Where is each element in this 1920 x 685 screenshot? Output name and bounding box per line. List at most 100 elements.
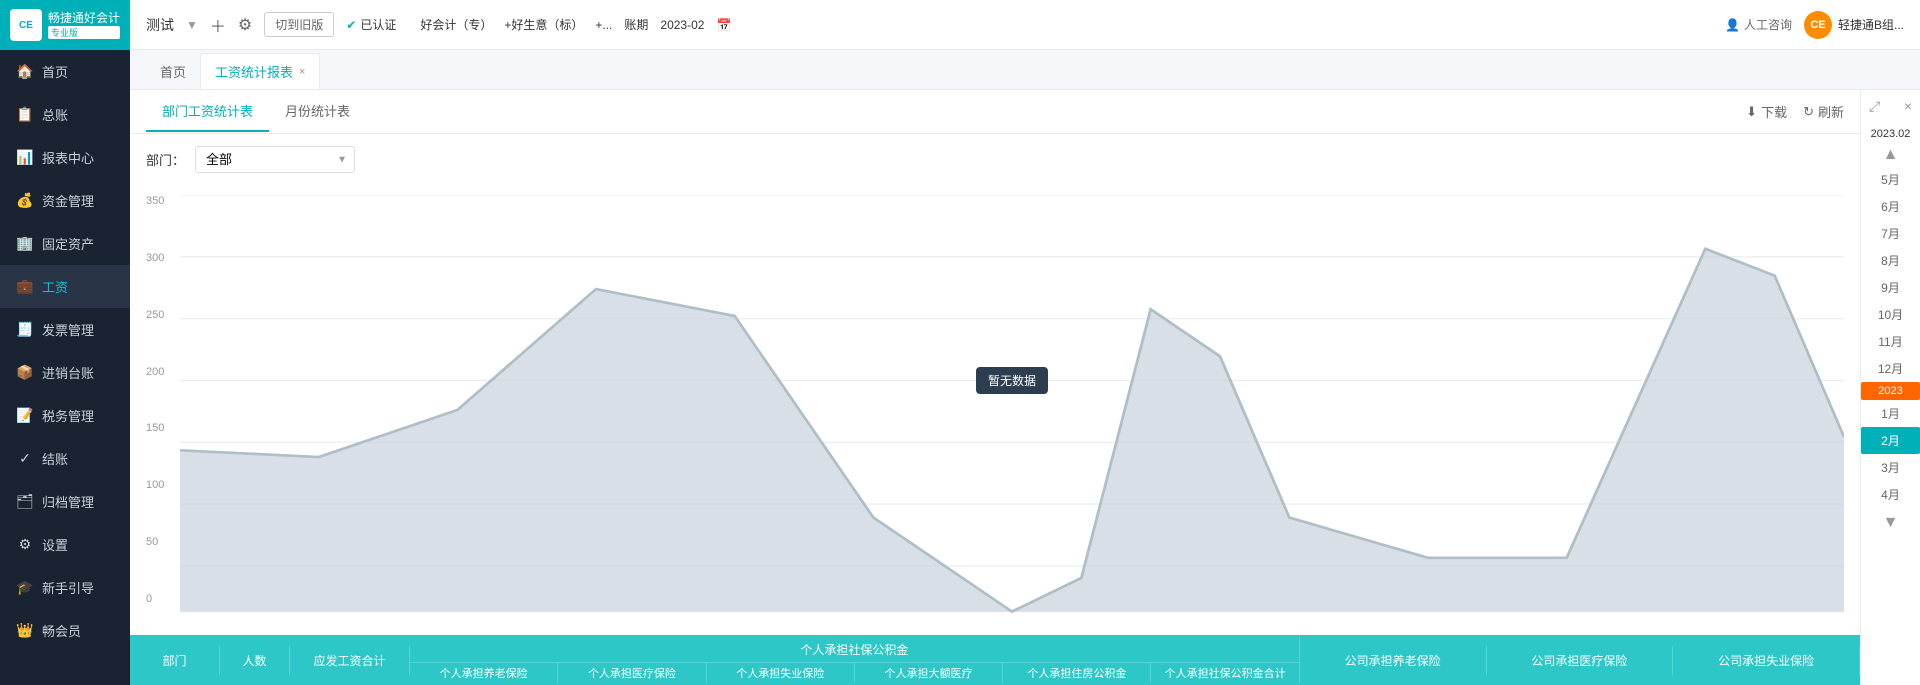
sub-tabs: 部门工资统计表 月份统计表 [146,91,366,132]
refresh-button[interactable]: ↻ 刷新 [1803,102,1844,121]
y-label-350: 350 [146,195,164,207]
tabbar: 首页 工资统计报表 × [130,50,1920,90]
dept-select[interactable]: 全部 [195,146,355,173]
member-icon: 👑 [16,622,34,639]
tab-home-label: 首页 [160,62,186,81]
sidebar-item-label: 固定资产 [42,234,94,253]
tab-home[interactable]: 首页 [146,54,200,89]
sidebar-item-settle[interactable]: ✓ 结账 [0,437,130,480]
month-2[interactable]: 2月 [1861,427,1920,454]
sub-tab-department[interactable]: 部门工资统计表 [146,91,269,132]
sidebar-item-assets[interactable]: 🏢 固定资产 [0,222,130,265]
invoice-icon: 🧾 [16,321,34,338]
archive-icon: 🗂 [16,493,34,510]
month-11[interactable]: 11月 [1861,328,1920,355]
sidebar-item-label: 进销台账 [42,363,94,382]
sidebar-item-label: 发票管理 [42,320,94,339]
help-button[interactable]: 👤 人工咨询 [1725,16,1792,33]
col-company-pension: 公司承担养老保险 [1300,646,1487,675]
business-type: +好生意（标） [504,16,583,33]
sidebar-item-funds[interactable]: 💰 资金管理 [0,179,130,222]
y-label-300: 300 [146,252,164,264]
logo-initials: CE [19,20,33,31]
sidebar-item-settings[interactable]: ⚙ 设置 [0,523,130,566]
verified-icon: ✔ [346,18,356,32]
switch-version-button[interactable]: 切到旧版 [264,12,334,37]
sidebar-item-invoice[interactable]: 🧾 发票管理 [0,308,130,351]
col-count: 人数 [220,646,290,675]
col-dept: 部门 [130,646,220,675]
chart-y-axis: 350 300 250 200 150 100 50 0 [146,195,164,605]
col-pension: 个人承担养老保险 [410,663,558,683]
tab-salary-report[interactable]: 工资统计报表 × [200,53,320,89]
calendar-icon[interactable]: 📅 [716,18,731,32]
salary-icon: 💼 [16,278,34,295]
sidebar: CE 畅捷通好会计 专业版 🏠 首页 📋 总账 📊 报表中心 💰 资金管理 🏢 … [0,0,130,685]
month-9[interactable]: 9月 [1861,274,1920,301]
sub-tab-monthly[interactable]: 月份统计表 [269,91,366,132]
add-button[interactable]: ＋ [210,13,226,37]
sidebar-item-ledger[interactable]: 📋 总账 [0,93,130,136]
refresh-icon: ↻ [1803,104,1814,120]
month-6[interactable]: 6月 [1861,193,1920,220]
logo-badge: 专业版 [48,26,120,39]
nav-down-icon[interactable]: ▼ [1883,512,1899,534]
logo-icon: CE [10,9,42,41]
sidebar-nav: 🏠 首页 📋 总账 📊 报表中心 💰 资金管理 🏢 固定资产 💼 工资 🧾 发票… [0,50,130,685]
y-label-0: 0 [146,593,164,605]
sidebar-item-member[interactable]: 👑 畅会员 [0,609,130,652]
chart-area: 350 300 250 200 150 100 50 0 [130,185,1860,635]
col-company-unemployment: 公司承担失业保险 [1673,646,1860,675]
sidebar-item-sales[interactable]: 📦 进销台账 [0,351,130,394]
month-4[interactable]: 4月 [1861,481,1920,508]
chart-svg [180,195,1844,625]
month-8[interactable]: 8月 [1861,247,1920,274]
col-housing-fund: 个人承担住房公积金 [1003,663,1151,683]
period-value: 2023-02 [660,18,704,32]
topbar: 测试 ▼ ＋ ⚙ 切到旧版 ✔ 已认证 好会计（专） +好生意（标） +... … [130,0,1920,50]
more-label: +... [595,18,612,32]
y-label-200: 200 [146,366,164,378]
sales-icon: 📦 [16,364,34,381]
sidebar-item-label: 税务管理 [42,406,94,425]
assets-icon: 🏢 [16,235,34,252]
sidebar-item-reports[interactable]: 📊 报表中心 [0,136,130,179]
month-5[interactable]: 5月 [1861,166,1920,193]
nav-up-icon[interactable]: ▲ [1883,144,1899,166]
sidebar-item-tax[interactable]: 📝 税务管理 [0,394,130,437]
month-7[interactable]: 7月 [1861,220,1920,247]
right-panel-expand-icon[interactable]: ⤢ [1869,98,1880,115]
user-menu[interactable]: CE 轻捷通B组... [1804,11,1904,39]
main-content: 部门工资统计表 月份统计表 ⬇ 下载 ↻ 刷新 [130,90,1860,685]
sidebar-item-label: 归档管理 [42,492,94,511]
tab-close-icon[interactable]: × [299,66,305,78]
month-1[interactable]: 1月 [1861,400,1920,427]
col-unemployment: 个人承担失业保险 [707,663,855,683]
sidebar-item-home[interactable]: 🏠 首页 [0,50,130,93]
username: 轻捷通B组... [1838,16,1904,33]
y-label-150: 150 [146,422,164,434]
col-group-personal: 个人承担社保公积金 个人承担养老保险 个人承担医疗保险 个人承担失业保险 个人承… [410,637,1300,683]
main-body: 部门工资统计表 月份统计表 ⬇ 下载 ↻ 刷新 [130,90,1920,685]
month-3[interactable]: 3月 [1861,454,1920,481]
settings-icon: ⚙ [16,536,34,553]
month-12[interactable]: 12月 [1861,355,1920,382]
sidebar-item-archive[interactable]: 🗂 归档管理 [0,480,130,523]
download-label: 下载 [1761,102,1787,121]
gear-button[interactable]: ⚙ [238,15,252,35]
sidebar-item-label: 新手引导 [42,578,94,597]
month-10[interactable]: 10月 [1861,301,1920,328]
col-group-label: 个人承担社保公积金 [410,637,1299,663]
accounting-type: 好会计（专） [420,16,492,33]
sidebar-item-guide[interactable]: 🎓 新手引导 [0,566,130,609]
sidebar-item-label: 首页 [42,62,68,81]
download-button[interactable]: ⬇ 下载 [1746,102,1787,121]
reports-icon: 📊 [16,149,34,166]
right-panel-close-icon[interactable]: × [1904,98,1912,114]
sidebar-item-salary[interactable]: 💼 工资 [0,265,130,308]
project-dropdown-icon[interactable]: ▼ [186,18,198,32]
status-verified: ✔ 已认证 [346,16,396,33]
y-label-100: 100 [146,479,164,491]
avatar: CE [1804,11,1832,39]
filter-dept-label: 部门： [146,150,185,169]
